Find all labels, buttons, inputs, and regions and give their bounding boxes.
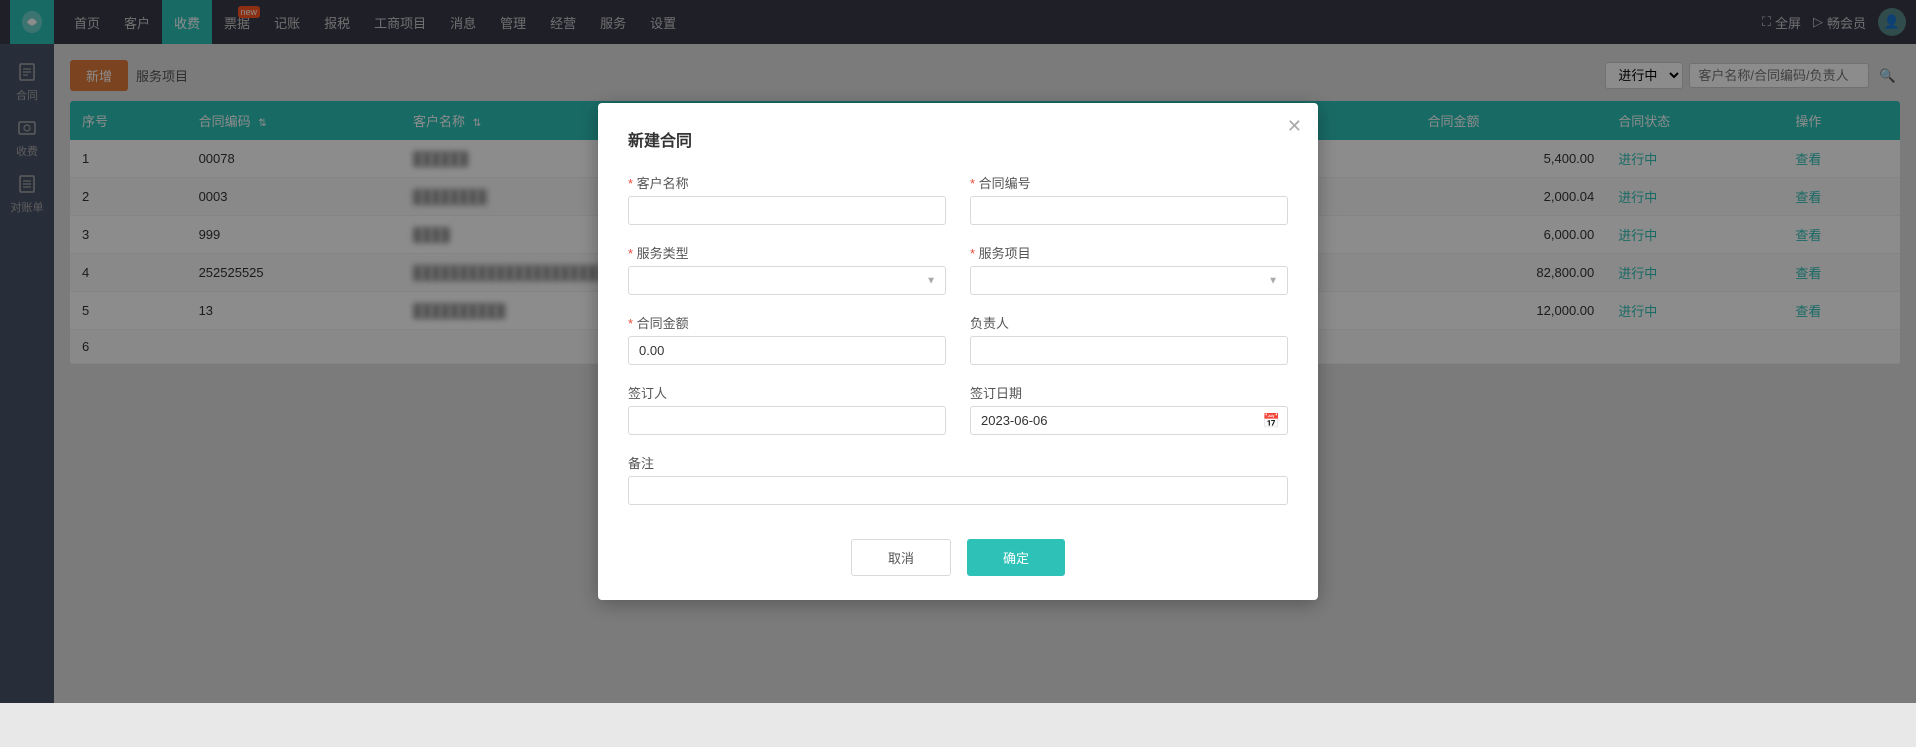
- modal-overlay[interactable]: 新建合同 ✕ 客户名称 合同编号 服务类型: [0, 0, 1916, 703]
- form-row-3: 合同金额 负责人: [628, 313, 1288, 365]
- client-name-label: 客户名称: [628, 173, 946, 192]
- signer-label: 签订人: [628, 383, 946, 402]
- responsible-label: 负责人: [970, 313, 1288, 332]
- contract-amount-label: 合同金额: [628, 313, 946, 332]
- remark-input[interactable]: [628, 476, 1288, 505]
- signer-input[interactable]: [628, 406, 946, 435]
- form-row-1: 客户名称 合同编号: [628, 173, 1288, 225]
- form-field-amount: 合同金额: [628, 313, 946, 365]
- sign-date-wrapper: 📅: [970, 406, 1288, 435]
- contract-amount-input[interactable]: [628, 336, 946, 365]
- form-row-5: 备注: [628, 453, 1288, 505]
- confirm-button[interactable]: 确定: [967, 539, 1065, 576]
- form-field-responsible: 负责人: [970, 313, 1288, 365]
- service-type-select[interactable]: [628, 266, 946, 295]
- remark-label: 备注: [628, 453, 1288, 472]
- form-row-4: 签订人 签订日期 📅: [628, 383, 1288, 435]
- service-item-label: 服务项目: [970, 243, 1288, 262]
- form-field-service-type: 服务类型: [628, 243, 946, 295]
- contract-no-label: 合同编号: [970, 173, 1288, 192]
- client-name-input[interactable]: [628, 196, 946, 225]
- service-type-select-wrapper: [628, 266, 946, 295]
- form-field-service-item: 服务项目: [970, 243, 1288, 295]
- dialog-title: 新建合同: [628, 127, 1288, 151]
- contract-no-input[interactable]: [970, 196, 1288, 225]
- responsible-input[interactable]: [970, 336, 1288, 365]
- dialog-footer: 取消 确定: [628, 523, 1288, 576]
- service-item-select[interactable]: [970, 266, 1288, 295]
- cancel-button[interactable]: 取消: [851, 539, 951, 576]
- sign-date-label: 签订日期: [970, 383, 1288, 402]
- form-field-remark: 备注: [628, 453, 1288, 505]
- new-contract-dialog: 新建合同 ✕ 客户名称 合同编号 服务类型: [598, 103, 1318, 600]
- form-field-signer: 签订人: [628, 383, 946, 435]
- form-field-contract-no: 合同编号: [970, 173, 1288, 225]
- dialog-close-button[interactable]: ✕: [1287, 117, 1302, 135]
- sign-date-input[interactable]: [970, 406, 1288, 435]
- service-item-select-wrapper: [970, 266, 1288, 295]
- form-field-client: 客户名称: [628, 173, 946, 225]
- form-row-2: 服务类型 服务项目: [628, 243, 1288, 295]
- form-field-sign-date: 签订日期 📅: [970, 383, 1288, 435]
- service-type-label: 服务类型: [628, 243, 946, 262]
